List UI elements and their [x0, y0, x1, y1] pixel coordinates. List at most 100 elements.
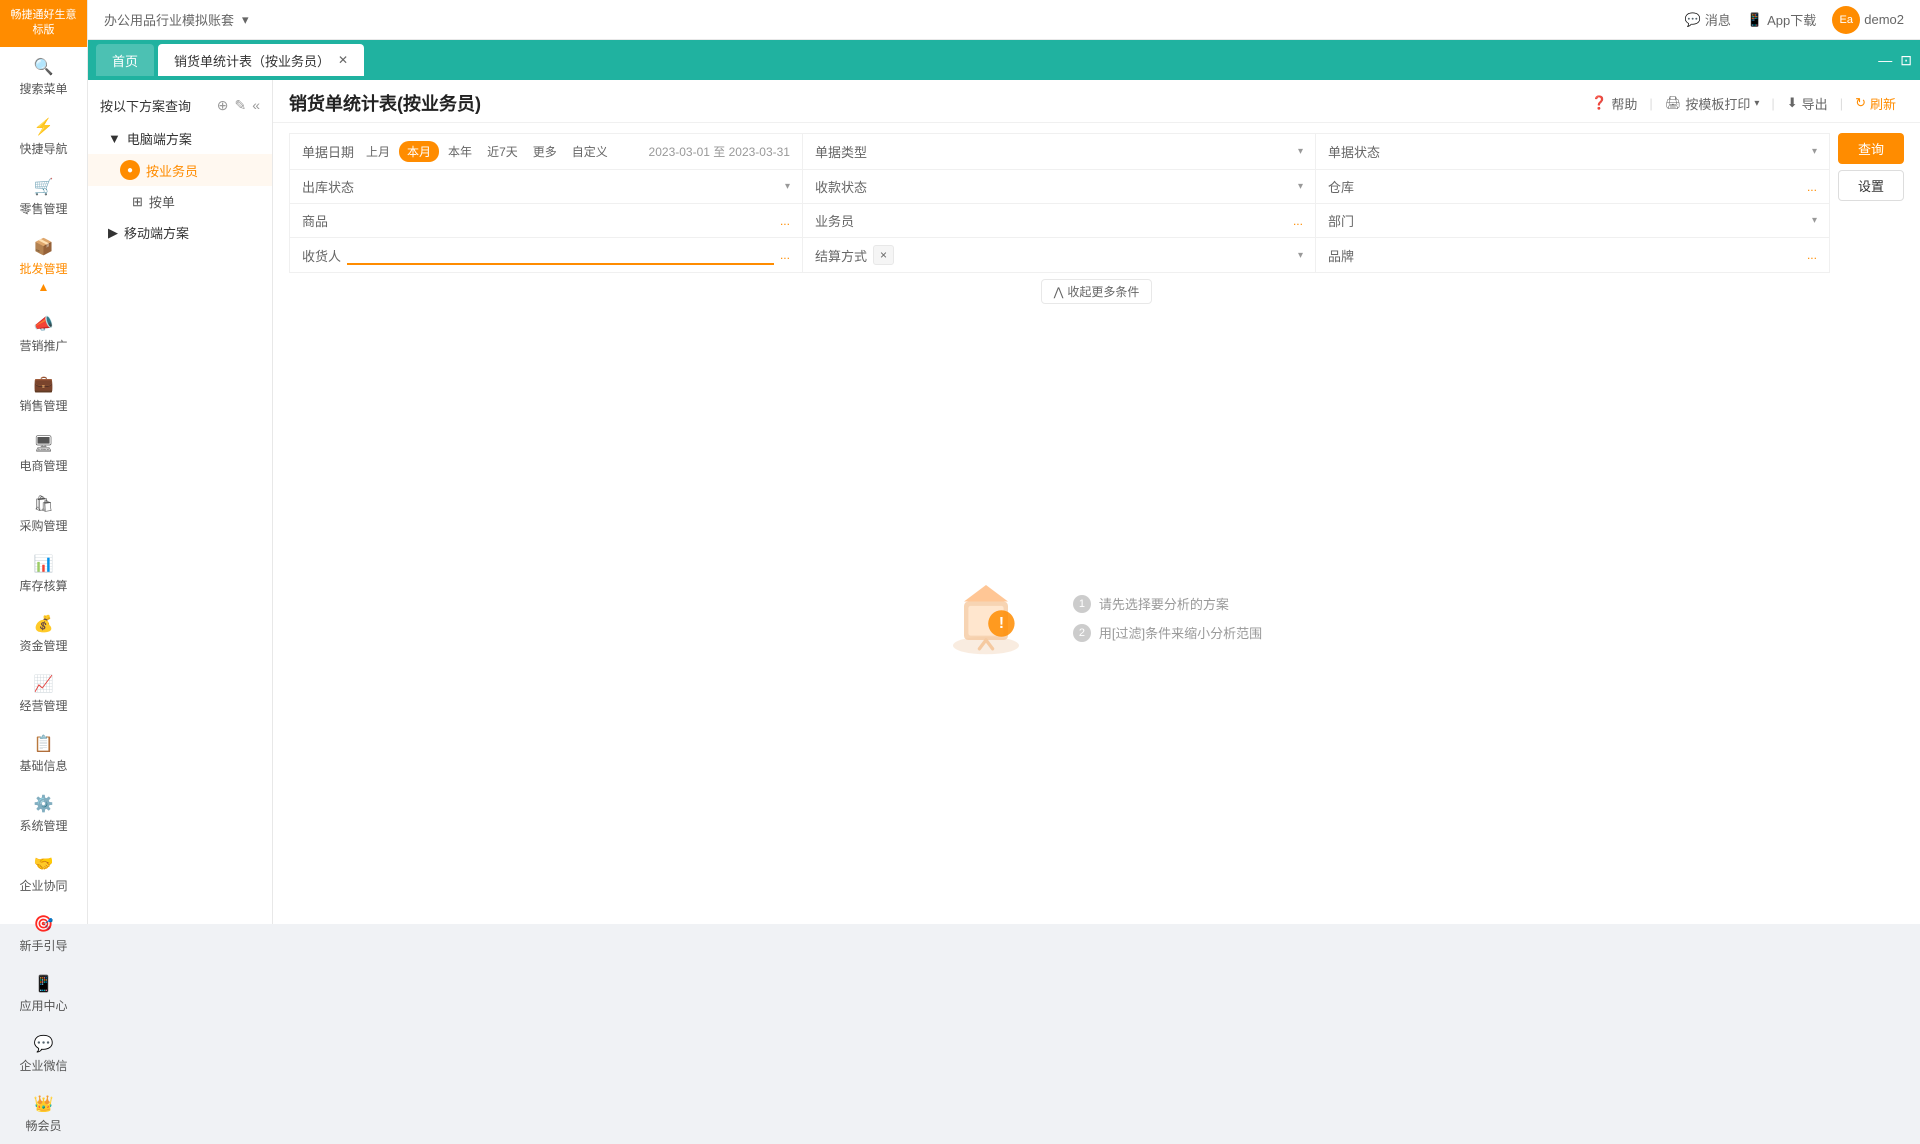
settlement-arrow-icon[interactable]: ▾ [1298, 250, 1303, 261]
tab-close-icon[interactable]: ✕ [338, 53, 348, 67]
wholesale-arrow-icon: ▲ [38, 280, 50, 294]
add-plan-icon[interactable]: ⊕ [217, 97, 229, 114]
sidebar-item-label-sales: 销售管理 [19, 397, 67, 414]
help-btn[interactable]: ❓ 帮助 [1583, 92, 1645, 115]
settlement-tag-close[interactable]: × [880, 248, 887, 262]
sidebar-item-sales[interactable]: 💼 销售管理 [0, 364, 87, 424]
collapse-bar: ⋀ 收起更多条件 [273, 273, 1920, 312]
breadcrumb-arrow-icon[interactable]: ▾ [242, 12, 249, 28]
sidebar-item-member[interactable]: 👑 畅会员 [0, 1084, 87, 1144]
sidebar-item-wechat[interactable]: 💬 企业微信 [0, 1024, 87, 1084]
tree-sub-item-salesperson[interactable]: ● 按业务员 [88, 154, 272, 186]
settings-button[interactable]: 设置 [1838, 170, 1904, 201]
date-pill-this-month[interactable]: 本月 [399, 141, 439, 162]
sidebar-item-marketing[interactable]: 📣 营销推广 [0, 304, 87, 364]
tree-sub-item-order[interactable]: ⊞ 按单 [88, 186, 272, 217]
sidebar-item-finance[interactable]: 💰 资金管理 [0, 604, 87, 664]
tab-sales-stat[interactable]: 销货单统计表（按业务员） ✕ [158, 44, 364, 76]
sidebar-logo: 畅捷通好生意 标版 [0, 0, 87, 47]
app-download-label: App下载 [1767, 10, 1816, 29]
edit-plan-icon[interactable]: ✎ [234, 97, 246, 114]
empty-tip-1-text: 请先选择要分析的方案 [1099, 594, 1229, 613]
tree-item-mobile-plan[interactable]: ▶ 移动端方案 [88, 217, 272, 248]
out-status-arrow-icon[interactable]: ▾ [785, 181, 790, 192]
help-label: 帮助 [1611, 94, 1637, 113]
out-status-label: 出库状态 [302, 177, 354, 196]
warehouse-more-icon[interactable]: ... [1807, 180, 1817, 194]
sidebar-item-retail[interactable]: 🛒 零售管理 [0, 167, 87, 227]
divider3: | [1840, 96, 1843, 111]
export-icon: ⬇ [1787, 95, 1798, 111]
filter-grid: 单据日期 上月 本月 本年 近7天 更多 自定义 2023-03-01 至 20… [289, 133, 1830, 273]
minimize-icon[interactable]: — [1878, 52, 1892, 69]
brand-label: 品牌 [1328, 246, 1354, 265]
page-actions: ❓ 帮助 | 🖨 按模板打印 ▾ | ⬇ 导出 | [1583, 92, 1904, 115]
sidebar-item-label-appcenter: 应用中心 [19, 997, 67, 1014]
collapse-panel-icon[interactable]: « [252, 97, 260, 114]
empty-tip-2: 2 用[过滤]条件来缩小分析范围 [1073, 623, 1262, 642]
main-area: 办公用品行业模拟账套 ▾ 💬 消息 📱 App下载 Ea demo2 首页 [88, 0, 1920, 924]
sidebar-item-label-ecommerce: 电商管理 [19, 457, 67, 474]
empty-state: ! 1 请先选择要分析的方案 [273, 312, 1920, 924]
sidebar-item-label-search: 搜索菜单 [19, 80, 67, 97]
tree-mobile-plan-label: 移动端方案 [124, 223, 189, 242]
sidebar-item-purchase[interactable]: 🛍 采购管理 [0, 484, 87, 544]
brand-more-icon[interactable]: ... [1807, 248, 1817, 262]
filter-cell-receipt-status: 收款状态 ▾ [803, 170, 1316, 204]
page-title: 销货单统计表(按业务员) [289, 90, 481, 116]
sidebar-item-inventory[interactable]: 📊 库存核算 [0, 544, 87, 604]
tree-item-pc-plan[interactable]: ▼ 电脑端方案 [88, 123, 272, 154]
date-pill-custom[interactable]: 自定义 [566, 141, 614, 162]
consignee-more-icon[interactable]: ... [780, 248, 790, 262]
sidebar-item-app-center[interactable]: 📱 应用中心 [0, 964, 87, 1024]
consignee-input-wrapper [347, 245, 774, 265]
doc-status-arrow-icon[interactable]: ▾ [1812, 146, 1817, 157]
print-icon: 🖨 [1665, 95, 1682, 111]
print-btn[interactable]: 🖨 按模板打印 ▾ [1657, 92, 1768, 115]
tab-bar: 首页 销货单统计表（按业务员） ✕ — ⊡ [88, 40, 1920, 80]
tip-num-2: 2 [1073, 624, 1091, 642]
avatar-text: Ea [1840, 14, 1853, 26]
sidebar-item-quick-nav[interactable]: ⚡ 快捷导航 [0, 107, 87, 167]
dept-arrow-icon[interactable]: ▾ [1812, 215, 1817, 226]
sidebar-item-system[interactable]: ⚙️ 系统管理 [0, 784, 87, 844]
sidebar-item-ecommerce[interactable]: 🖥 电商管理 [0, 424, 87, 484]
maximize-icon[interactable]: ⊡ [1900, 52, 1912, 69]
filter-cell-brand: 品牌 ... [1316, 238, 1829, 272]
right-panel: 销货单统计表(按业务员) ❓ 帮助 | 🖨 按模板打印 ▾ | ⬇ [273, 80, 1920, 924]
sidebar-item-corp-collab[interactable]: 🤝 企业协同 [0, 844, 87, 904]
ops-icon: 📈 [34, 674, 54, 694]
receipt-status-arrow-icon[interactable]: ▾ [1298, 181, 1303, 192]
empty-tips: 1 请先选择要分析的方案 2 用[过滤]条件来缩小分析范围 [1073, 594, 1262, 642]
collapse-trigger[interactable]: ⋀ 收起更多条件 [1041, 279, 1153, 304]
tab-home[interactable]: 首页 [96, 44, 154, 76]
date-label: 单据日期 [302, 142, 354, 161]
date-pill-last-month[interactable]: 上月 [360, 141, 396, 162]
sidebar-item-label-finance: 资金管理 [19, 637, 67, 654]
doc-status-label: 单据状态 [1328, 142, 1380, 161]
refresh-btn[interactable]: ↻ 刷新 [1847, 92, 1904, 115]
sidebar-item-wholesale[interactable]: 📦 批发管理 ▲ [0, 227, 87, 304]
message-btn[interactable]: 💬 消息 [1685, 10, 1731, 29]
export-btn[interactable]: ⬇ 导出 [1779, 92, 1836, 115]
product-more-icon[interactable]: ... [780, 214, 790, 228]
sidebar-item-label-wechat: 企业微信 [19, 1057, 67, 1074]
salesperson-more-icon[interactable]: ... [1293, 214, 1303, 228]
app-download-btn[interactable]: 📱 App下载 [1747, 10, 1816, 29]
sidebar-item-label-inventory: 库存核算 [19, 577, 67, 594]
sidebar-item-search-menu[interactable]: 🔍 搜索菜单 [0, 47, 87, 107]
doc-type-arrow-icon[interactable]: ▾ [1298, 146, 1303, 157]
export-label: 导出 [1802, 94, 1828, 113]
consignee-input[interactable] [347, 245, 774, 260]
date-pill-more[interactable]: 更多 [527, 141, 563, 162]
sidebar-item-basic[interactable]: 📋 基础信息 [0, 724, 87, 784]
sidebar-item-ops[interactable]: 📈 经营管理 [0, 664, 87, 724]
query-button[interactable]: 查询 [1838, 133, 1904, 164]
sidebar-item-new-guide[interactable]: 🎯 新手引导 [0, 904, 87, 964]
tip-num-1: 1 [1073, 595, 1091, 613]
sidebar-logo-subtext: 标版 [33, 23, 55, 38]
date-pill-7days[interactable]: 近7天 [481, 141, 524, 162]
user-avatar-btn[interactable]: Ea demo2 [1832, 6, 1904, 34]
ecommerce-icon: 🖥 [33, 434, 53, 454]
date-pill-this-year[interactable]: 本年 [442, 141, 478, 162]
